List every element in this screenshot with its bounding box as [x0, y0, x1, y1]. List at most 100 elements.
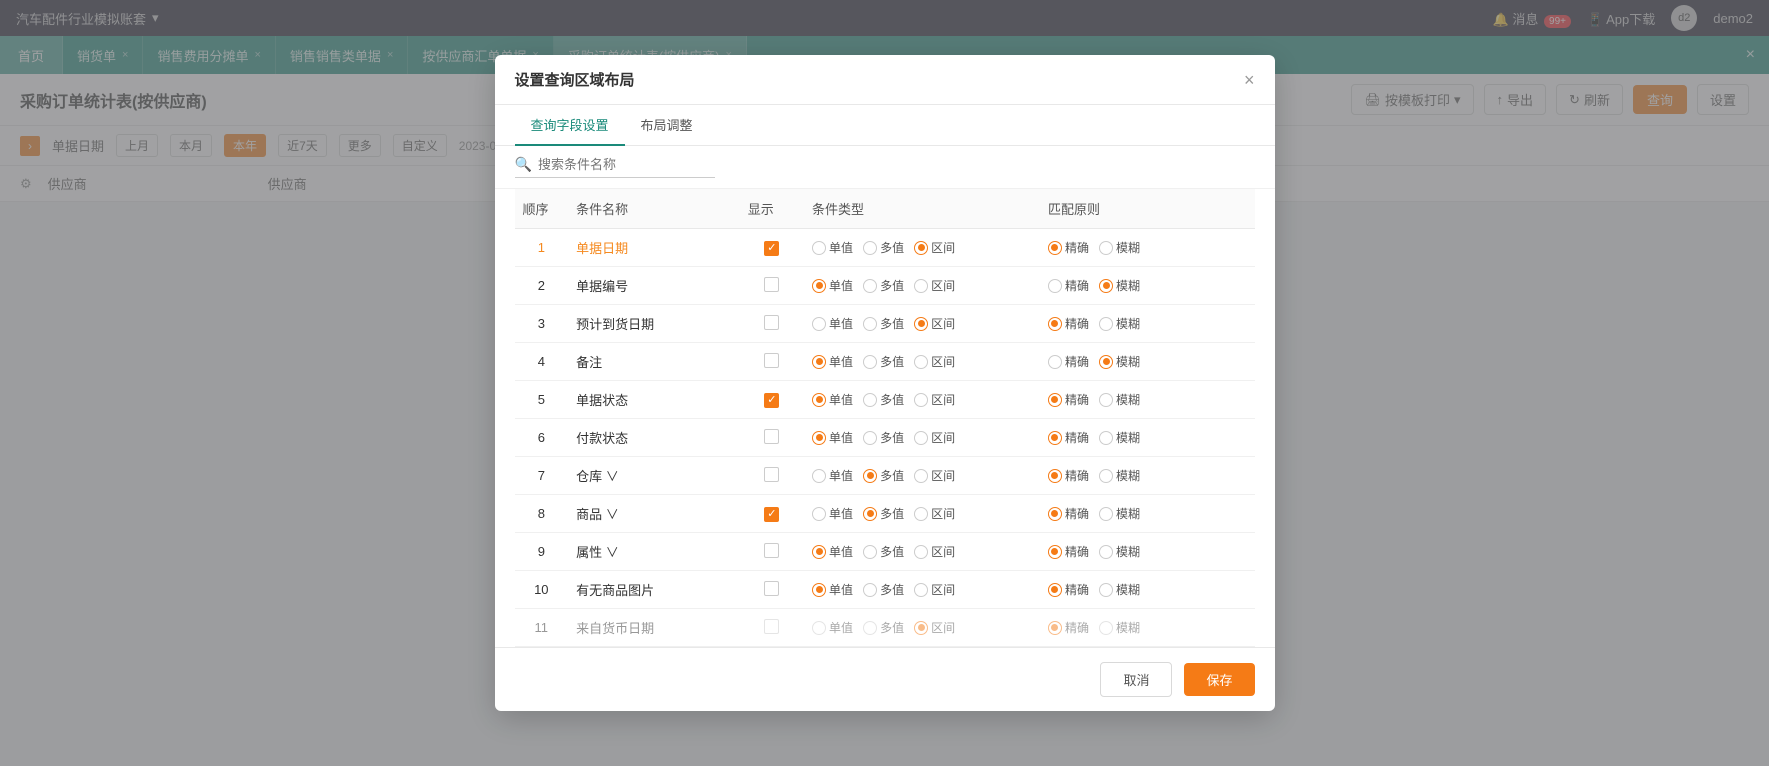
row-show-checkbox[interactable]: [740, 533, 804, 571]
radio-match-option[interactable]: 模糊: [1099, 619, 1140, 636]
radio-type-option[interactable]: 多值: [863, 467, 904, 484]
radio-type-option[interactable]: 区间: [914, 429, 955, 446]
radio-match-option[interactable]: 精确: [1048, 505, 1089, 522]
radio-type-option[interactable]: 多值: [863, 505, 904, 522]
table-row: 1单据日期单值多值区间精确模糊: [515, 229, 1255, 267]
radio-match-option[interactable]: 模糊: [1099, 277, 1140, 294]
radio-type-option[interactable]: 多值: [863, 543, 904, 560]
radio-match-option[interactable]: 精确: [1048, 353, 1089, 370]
radio-type-option[interactable]: 多值: [863, 581, 904, 598]
radio-type-option[interactable]: 区间: [914, 505, 955, 522]
checkbox[interactable]: [764, 543, 779, 558]
radio-type-option[interactable]: 多值: [863, 315, 904, 332]
checkbox[interactable]: [764, 393, 779, 408]
radio-type-option[interactable]: 多值: [863, 429, 904, 446]
radio-type-option[interactable]: 多值: [863, 391, 904, 408]
checkbox[interactable]: [764, 507, 779, 522]
row-show-checkbox[interactable]: [740, 609, 804, 647]
radio-match-option[interactable]: 模糊: [1099, 543, 1140, 560]
tab-layout-adjust[interactable]: 布局调整: [625, 105, 709, 146]
radio-match-option[interactable]: 模糊: [1099, 467, 1140, 484]
row-type-options: 单值多值区间: [804, 229, 1040, 267]
radio-type-option[interactable]: 区间: [914, 543, 955, 560]
radio-match-option[interactable]: 模糊: [1099, 505, 1140, 522]
radio-type-option[interactable]: 单值: [812, 581, 853, 598]
radio-type-option[interactable]: 单值: [812, 543, 853, 560]
radio-match-option[interactable]: 精确: [1048, 315, 1089, 332]
radio-type-option[interactable]: 单值: [812, 429, 853, 446]
radio-match-option[interactable]: 精确: [1048, 581, 1089, 598]
row-show-checkbox[interactable]: [740, 457, 804, 495]
radio-circle: [914, 583, 928, 597]
radio-type-option[interactable]: 单值: [812, 315, 853, 332]
radio-type-option[interactable]: 多值: [863, 277, 904, 294]
radio-circle: [1048, 621, 1062, 635]
radio-type-option[interactable]: 多值: [863, 239, 904, 256]
radio-type-option[interactable]: 区间: [914, 391, 955, 408]
radio-type-option[interactable]: 区间: [914, 277, 955, 294]
radio-match-option[interactable]: 精确: [1048, 429, 1089, 446]
checkbox[interactable]: [764, 353, 779, 368]
radio-type-option[interactable]: 多值: [863, 619, 904, 636]
radio-type-option[interactable]: 区间: [914, 581, 955, 598]
checkbox[interactable]: [764, 429, 779, 444]
checkbox[interactable]: [764, 241, 779, 256]
row-show-checkbox[interactable]: [740, 305, 804, 343]
checkbox[interactable]: [764, 315, 779, 330]
radio-circle: [1099, 545, 1113, 559]
row-show-checkbox[interactable]: [740, 419, 804, 457]
radio-match-option[interactable]: 模糊: [1099, 581, 1140, 598]
row-show-checkbox[interactable]: [740, 229, 804, 267]
col-header-type: 条件类型: [804, 189, 1040, 229]
row-type-options: 单值多值区间: [804, 571, 1040, 609]
radio-type-option[interactable]: 单值: [812, 391, 853, 408]
radio-match-option[interactable]: 精确: [1048, 467, 1089, 484]
radio-type-option[interactable]: 区间: [914, 353, 955, 370]
radio-match-option[interactable]: 模糊: [1099, 353, 1140, 370]
radio-type-option[interactable]: 单值: [812, 505, 853, 522]
radio-type-option[interactable]: 区间: [914, 239, 955, 256]
modal-overlay: 设置查询区域布局 × 查询字段设置 布局调整 🔍 顺序 条件名称 显示: [0, 0, 1769, 766]
radio-type-option[interactable]: 单值: [812, 619, 853, 636]
row-match-options: 精确模糊: [1040, 609, 1255, 647]
row-type-options: 单值多值区间: [804, 381, 1040, 419]
modal-title: 设置查询区域布局: [515, 69, 635, 90]
checkbox[interactable]: [764, 277, 779, 292]
row-show-checkbox[interactable]: [740, 381, 804, 419]
col-header-order: 顺序: [515, 189, 569, 229]
row-show-checkbox[interactable]: [740, 571, 804, 609]
radio-circle: [1099, 621, 1113, 635]
radio-match-option[interactable]: 精确: [1048, 391, 1089, 408]
radio-match-option[interactable]: 模糊: [1099, 315, 1140, 332]
radio-type-option[interactable]: 区间: [914, 315, 955, 332]
checkbox[interactable]: [764, 581, 779, 596]
radio-type-option[interactable]: 区间: [914, 619, 955, 636]
checkbox[interactable]: [764, 467, 779, 482]
search-input[interactable]: [538, 157, 715, 172]
radio-circle: [812, 317, 826, 331]
radio-type-option[interactable]: 单值: [812, 467, 853, 484]
row-show-checkbox[interactable]: [740, 343, 804, 381]
row-show-checkbox[interactable]: [740, 267, 804, 305]
radio-type-option[interactable]: 单值: [812, 353, 853, 370]
radio-type-option[interactable]: 多值: [863, 353, 904, 370]
radio-type-option[interactable]: 单值: [812, 277, 853, 294]
save-button[interactable]: 保存: [1184, 663, 1254, 696]
radio-type-option[interactable]: 区间: [914, 467, 955, 484]
modal-footer: 取消 保存: [495, 647, 1275, 711]
checkbox[interactable]: [764, 619, 779, 634]
radio-type-option[interactable]: 单值: [812, 239, 853, 256]
row-show-checkbox[interactable]: [740, 495, 804, 533]
cancel-button[interactable]: 取消: [1100, 662, 1172, 697]
radio-match-option[interactable]: 模糊: [1099, 429, 1140, 446]
radio-match-option[interactable]: 精确: [1048, 619, 1089, 636]
radio-match-option[interactable]: 精确: [1048, 277, 1089, 294]
radio-circle: [812, 279, 826, 293]
modal-close-button[interactable]: ×: [1244, 71, 1255, 89]
radio-match-option[interactable]: 模糊: [1099, 239, 1140, 256]
table-row: 3预计到货日期单值多值区间精确模糊: [515, 305, 1255, 343]
radio-match-option[interactable]: 模糊: [1099, 391, 1140, 408]
tab-query-fields[interactable]: 查询字段设置: [515, 105, 625, 146]
radio-match-option[interactable]: 精确: [1048, 239, 1089, 256]
radio-match-option[interactable]: 精确: [1048, 543, 1089, 560]
